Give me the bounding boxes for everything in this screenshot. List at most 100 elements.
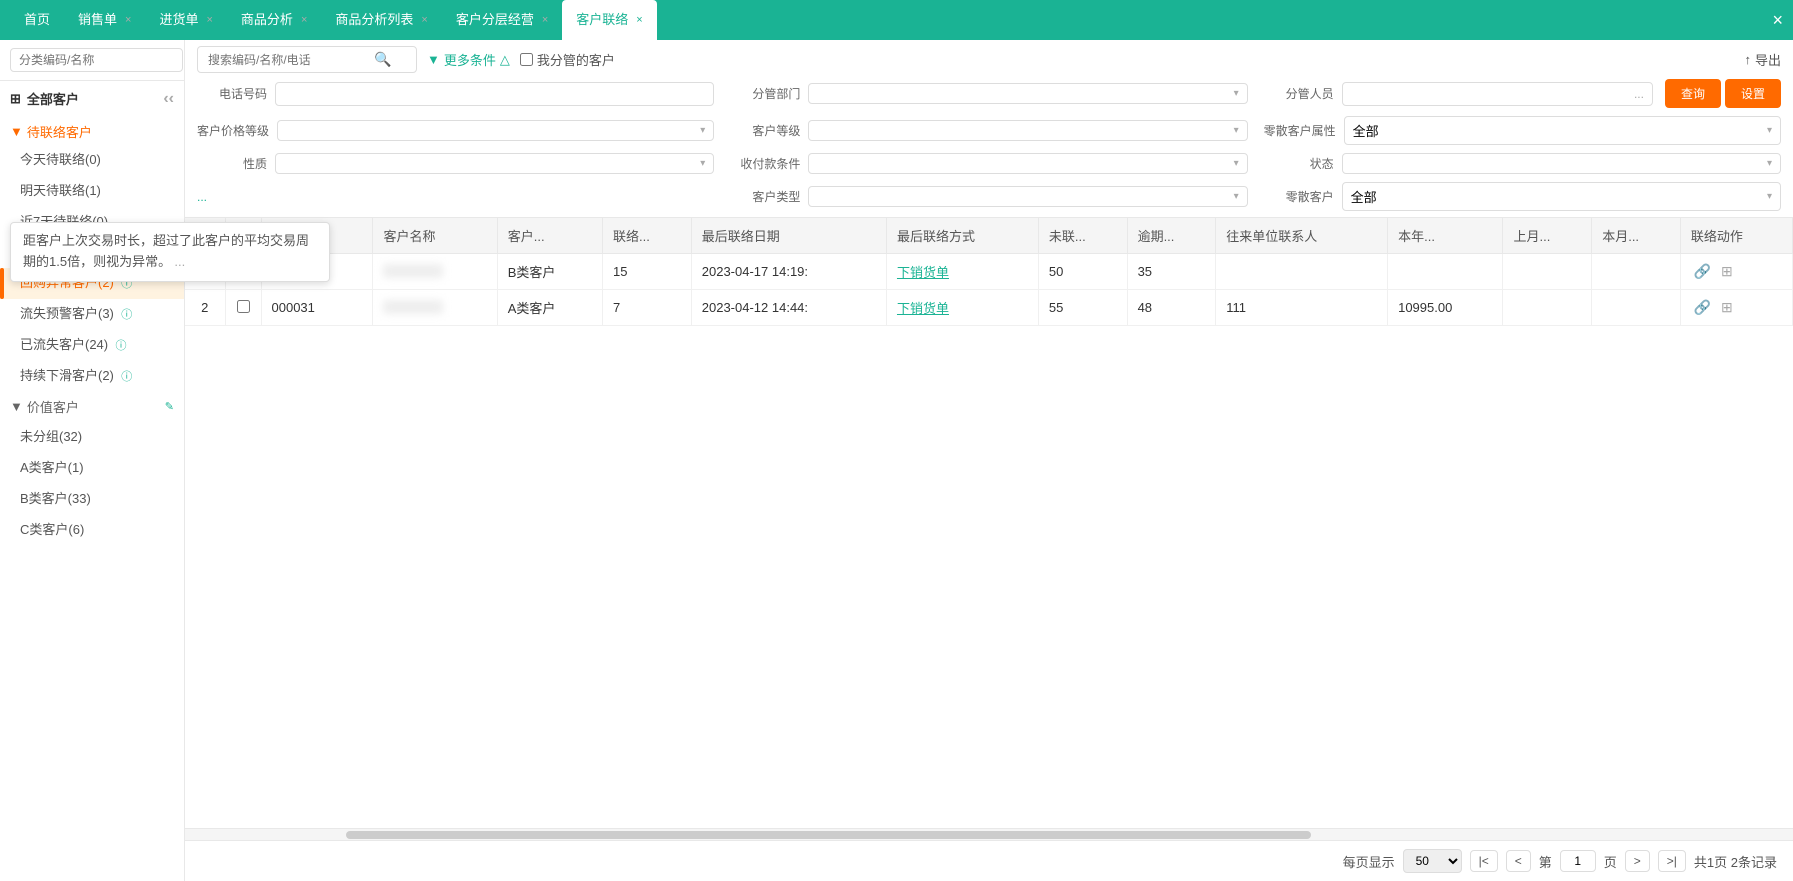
chevron-retail-icon: ▾ [1767, 125, 1772, 136]
nav-product-analysis-list-close[interactable]: × [421, 0, 427, 40]
row2-actions[interactable]: 🔗 ⊞ [1680, 290, 1792, 326]
nav-customer-tier[interactable]: 客户分层经营 × [442, 0, 562, 40]
nav-purchase-order[interactable]: 进货单 × [145, 0, 226, 40]
sidebar-all-customers-label[interactable]: 全部客户 [27, 89, 79, 108]
main-search-input[interactable] [208, 53, 368, 67]
filter-grid: 电话号码 分管部门 ▾ 分管人员 ... [197, 79, 1781, 211]
next-page-btn[interactable]: > [1625, 850, 1650, 872]
th-customer-type: 客户... [497, 218, 602, 254]
nav-customer-contact[interactable]: 客户联络 × [562, 0, 656, 40]
row2-last-contact-method[interactable]: 下销货单 [886, 290, 1038, 326]
nav-sales-order-close[interactable]: × [125, 0, 131, 40]
sidebar-item-c-class[interactable]: C类客户(6) [0, 515, 184, 546]
sidebar-item-today[interactable]: 今天待联络(0) [0, 145, 184, 176]
content-area: 🔍 ▼ 更多条件 △ 我分管的客户 ↑ 导出 [185, 40, 1793, 881]
sidebar-item-tomorrow[interactable]: 明天待联络(1) [0, 176, 184, 207]
row2-checkbox[interactable] [225, 290, 261, 326]
sidebar-item-b-class[interactable]: B类客户(33) [0, 484, 184, 515]
sidebar-value-customers-section[interactable]: ▼ 价值客户 ✎ [0, 391, 184, 422]
sidebar: 🔍 ⊞ 全部客户 ‹‹ ▼ 待联络客户 今天待联络(0) 明天待联络(1) 近7… [0, 40, 185, 881]
filter-price-level-label: 客户价格等级 [197, 122, 269, 139]
th-not-contacted: 未联... [1038, 218, 1127, 254]
nav-product-analysis-list[interactable]: 商品分析列表 × [321, 0, 441, 40]
row2-current-month [1592, 290, 1681, 326]
filter-nature-select[interactable]: ▾ [275, 153, 714, 174]
page-suffix: 页 [1604, 852, 1617, 871]
row1-grid-icon[interactable]: ⊞ [1721, 263, 1733, 279]
nav-product-analysis-close[interactable]: × [301, 0, 307, 40]
nav-sales-order[interactable]: 销售单 × [64, 0, 145, 40]
query-button[interactable]: 查询 [1665, 79, 1721, 108]
sidebar-item-churned[interactable]: 已流失客户(24) ⓘ [0, 330, 184, 361]
filter-extra-dots: ... [197, 182, 714, 211]
page-label: 第 [1539, 852, 1552, 871]
sidebar-item-churned-info[interactable]: ⓘ [115, 340, 126, 352]
export-icon: ↑ [1744, 52, 1751, 67]
row2-link-icon[interactable]: 🔗 [1694, 299, 1711, 315]
my-customer-checkbox[interactable]: 我分管的客户 [520, 50, 615, 69]
chevron-status-icon: ▾ [1767, 158, 1772, 169]
sidebar-item-churn-warning[interactable]: 流失预警客户(3) ⓘ [0, 299, 184, 330]
nav-home[interactable]: 首页 [10, 0, 64, 40]
my-customer-check[interactable] [520, 53, 533, 66]
row1-name[interactable] [373, 254, 497, 290]
filter-icon: ▼ [427, 52, 440, 67]
filter-customer-type-select[interactable]: ▾ [808, 186, 1247, 207]
more-conditions-btn[interactable]: ▼ 更多条件 △ [427, 50, 510, 69]
row1-actions[interactable]: 🔗 ⊞ [1680, 254, 1792, 290]
sidebar-item-churn-info[interactable]: ⓘ [121, 309, 132, 321]
horizontal-scrollbar[interactable] [185, 828, 1793, 840]
nav-purchase-order-close[interactable]: × [206, 0, 212, 40]
filter-dept-select[interactable]: ▾ [808, 83, 1247, 104]
th-contact-count: 联络... [603, 218, 692, 254]
row1-last-contact-method[interactable]: 下销货单 [886, 254, 1038, 290]
filter-retail-attr-label: 零散客户属性 [1264, 122, 1336, 139]
filter-retail-attr-select[interactable]: 全部 ▾ [1344, 116, 1781, 145]
sidebar-item-a-class[interactable]: A类客户(1) [0, 453, 184, 484]
filter-phone-input[interactable] [275, 82, 714, 106]
row1-partner-contact [1216, 254, 1388, 290]
top-nav: 首页 销售单 × 进货单 × 商品分析 × 商品分析列表 × 客户分层经营 × … [0, 0, 1793, 40]
page-input[interactable] [1560, 850, 1596, 872]
row1-contact-count: 15 [603, 254, 692, 290]
row1-last-contact-date: 2023-04-17 14:19: [691, 254, 886, 290]
sidebar-collapse-icon[interactable]: ‹‹ [163, 90, 174, 108]
sidebar-group-pending[interactable]: ▼ 待联络客户 [0, 116, 184, 145]
filter-manager-select[interactable]: ... [1342, 82, 1653, 106]
filter-retail-customer-select[interactable]: 全部 ▾ [1342, 182, 1781, 211]
settings-button[interactable]: 设置 [1725, 79, 1781, 108]
sidebar-grid-icon: ⊞ [10, 91, 21, 107]
prev-page-btn[interactable]: < [1506, 850, 1531, 872]
per-page-select[interactable]: 50 20 100 [1403, 849, 1462, 873]
sidebar-value-edit-icon[interactable]: ✎ [165, 400, 174, 413]
last-page-btn[interactable]: >| [1658, 850, 1686, 872]
filter-status-select[interactable]: ▾ [1342, 153, 1781, 174]
row1-link-icon[interactable]: 🔗 [1694, 263, 1711, 279]
scrollbar-thumb[interactable] [346, 831, 1311, 839]
row2-current-year: 10995.00 [1388, 290, 1503, 326]
first-page-btn[interactable]: |< [1470, 850, 1498, 872]
filter-extra-more[interactable]: ... [197, 190, 207, 204]
filter-customer-level-select[interactable]: ▾ [808, 120, 1247, 141]
filter-price-level-select[interactable]: ▾ [277, 120, 714, 141]
nav-customer-contact-close[interactable]: × [636, 0, 642, 40]
filter-retail-customer: 零散客户 全部 ▾ [1264, 182, 1781, 211]
row2-name[interactable] [373, 290, 497, 326]
row2-grid-icon[interactable]: ⊞ [1721, 299, 1733, 315]
filter-payment-terms-select[interactable]: ▾ [808, 153, 1247, 174]
nav-customer-tier-close[interactable]: × [542, 0, 548, 40]
th-actions: 联络动作 [1680, 218, 1792, 254]
sidebar-search-input[interactable] [10, 48, 183, 72]
sidebar-item-declining[interactable]: 持续下滑客户(2) ⓘ [0, 361, 184, 392]
main-search-icon[interactable]: 🔍 [374, 51, 391, 68]
filter-customer-type: 客户类型 ▾ [730, 182, 1247, 211]
nav-product-analysis[interactable]: 商品分析 × [227, 0, 321, 40]
filter-nature-label: 性质 [197, 155, 267, 172]
chevron-ctype-icon: ▾ [1234, 191, 1239, 202]
sidebar-search-area: 🔍 [0, 40, 184, 81]
sidebar-item-declining-info[interactable]: ⓘ [121, 371, 132, 383]
window-close-button[interactable]: × [1772, 10, 1783, 31]
export-button[interactable]: ↑ 导出 [1744, 50, 1781, 69]
th-current-year: 本年... [1388, 218, 1503, 254]
sidebar-item-ungroup[interactable]: 未分组(32) [0, 422, 184, 453]
